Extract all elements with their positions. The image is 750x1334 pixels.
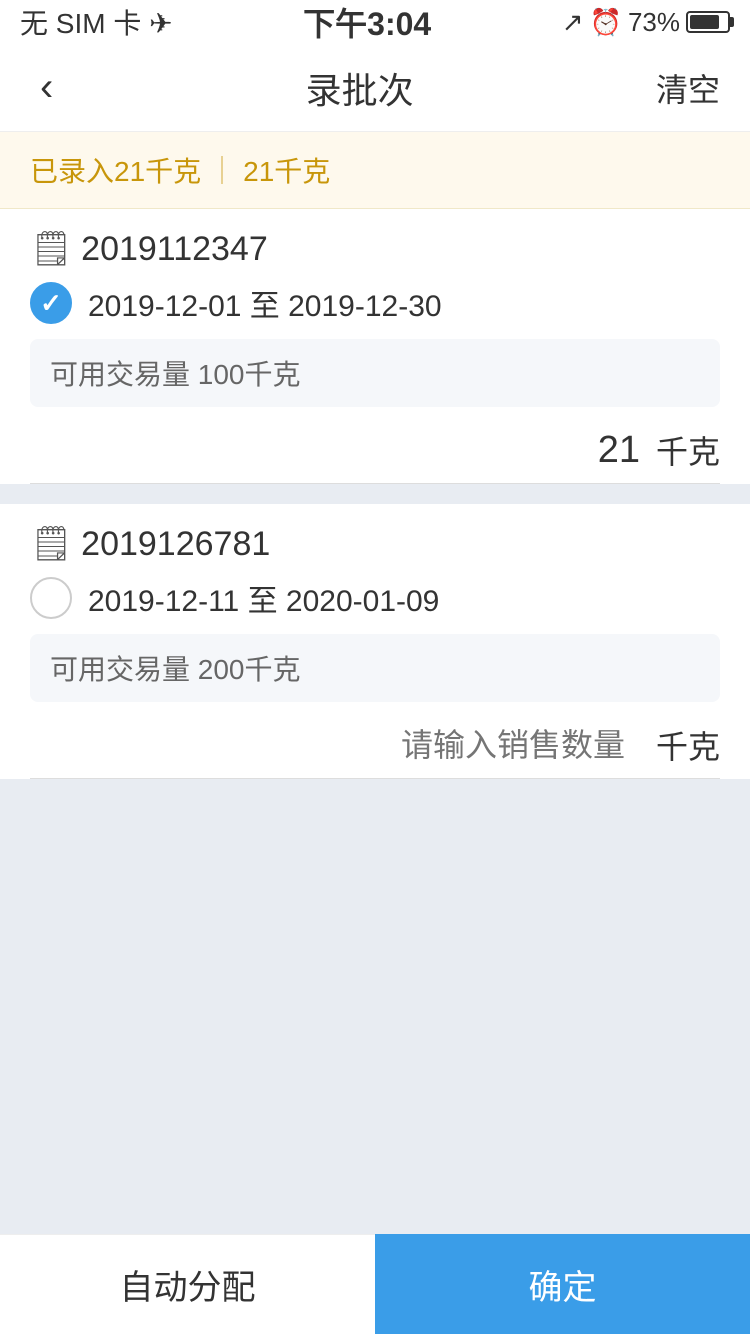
section-separator [0,484,750,504]
nav-bar: ‹ 录批次 清空 [0,44,750,132]
info-banner: 已录入21千克 21千克 [0,132,750,209]
recorded-amount: 已录入21千克 [30,150,201,190]
radio-button-2[interactable] [30,577,72,619]
batch-date-row-2: 2019-12-11 至 2020-01-09 [30,576,720,620]
auto-distribute-button[interactable]: 自动分配 [0,1234,375,1334]
quantity-unit-2: 千克 [656,722,720,768]
amount-value: 21千克 [243,150,330,190]
availability-box-2: 可用交易量 200千克 [30,634,720,702]
sim-text: 无 SIM 卡 ✈ [20,2,173,42]
batch-id-1: 2019112347 [81,230,268,269]
batch-card-1: 🗒 2019112347 2019-12-01 至 2019-12-30 可用交… [0,209,750,484]
batch-card-2: 🗒 2019126781 2019-12-11 至 2020-01-09 可用交… [0,504,750,779]
batch-header-1: 🗒 2019112347 [30,229,720,269]
battery-icon [686,11,730,33]
batch-header-2: 🗒 2019126781 [30,524,720,564]
batch-date-2: 2019-12-11 至 2020-01-09 [88,576,439,620]
bottom-action-bar: 自动分配 确定 [0,1234,750,1334]
status-left: 无 SIM 卡 ✈ [20,2,173,42]
back-button[interactable]: ‹ [30,55,63,120]
availability-text-1: 可用交易量 100千克 [50,359,301,390]
availability-text-2: 可用交易量 200千克 [50,654,301,685]
battery-percent: 73% [628,7,680,38]
status-time: 下午3:04 [303,0,431,45]
batch-icon-2: 🗒 [30,524,73,564]
radio-button-1[interactable] [30,282,72,324]
status-right: ↗ ⏰ 73% [562,7,730,38]
quantity-unit-1: 千克 [656,427,720,473]
quantity-value-1: 21 [598,429,640,472]
availability-box-1: 可用交易量 100千克 [30,339,720,407]
quantity-row-1: 21 千克 [0,407,750,483]
batch-icon-1: 🗒 [30,229,73,269]
location-icon: ↗ [562,7,584,38]
batch-date-row-1: 2019-12-01 至 2019-12-30 [30,281,720,325]
status-bar: 无 SIM 卡 ✈ 下午3:04 ↗ ⏰ 73% [0,0,750,44]
page-title: 录批次 [306,62,414,114]
quantity-input-2[interactable] [30,727,640,764]
empty-area [0,779,750,1289]
alarm-icon: ⏰ [590,7,622,38]
batch-id-2: 2019126781 [81,525,270,564]
confirm-button[interactable]: 确定 [375,1234,750,1334]
batch-date-1: 2019-12-01 至 2019-12-30 [88,281,442,325]
quantity-row-2[interactable]: 千克 [0,702,750,778]
info-divider [221,156,223,184]
clear-button[interactable]: 清空 [656,65,720,111]
